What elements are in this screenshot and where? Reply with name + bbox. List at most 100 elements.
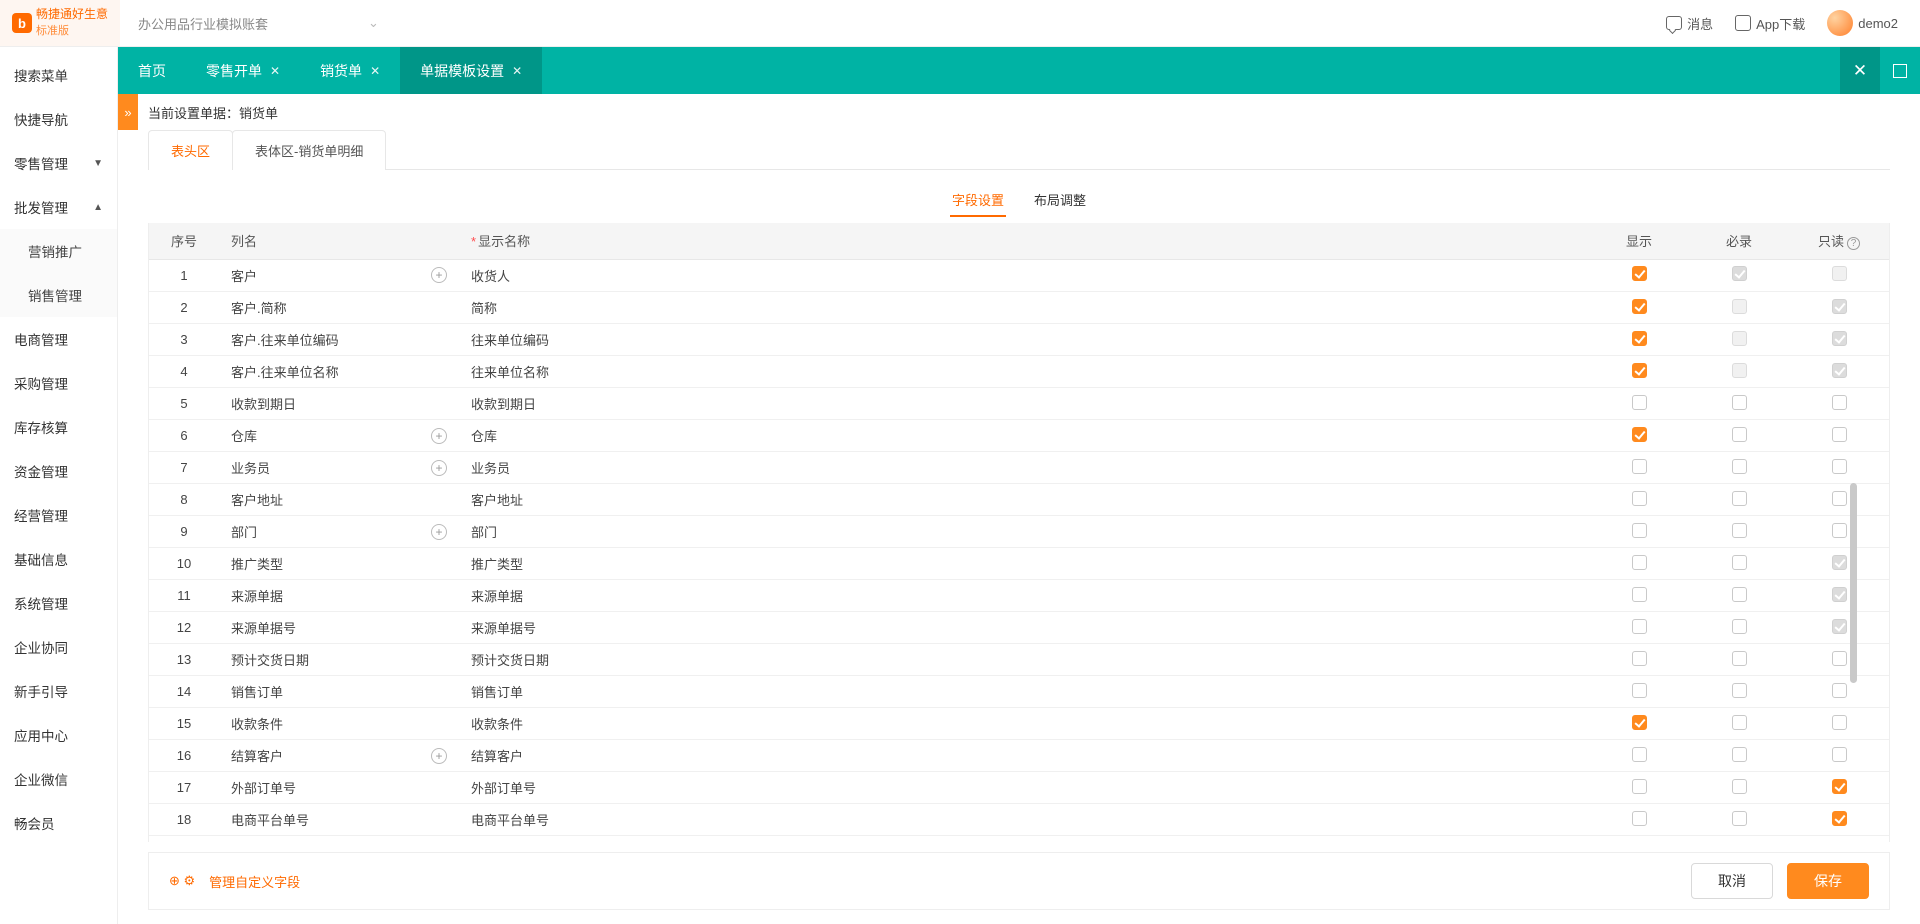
checkbox[interactable] — [1632, 715, 1647, 730]
checkbox[interactable] — [1732, 523, 1747, 538]
checkbox[interactable] — [1732, 459, 1747, 474]
collapse-context-button[interactable]: » — [118, 94, 138, 130]
cell-display[interactable]: 结算客户 — [459, 740, 1589, 772]
cell-display[interactable]: 推广类型 — [459, 548, 1589, 580]
sidebar-item[interactable]: 采购管理 — [0, 361, 117, 405]
cell-display[interactable]: 业务员 — [459, 452, 1589, 484]
sidebar-item[interactable]: 搜索菜单 — [0, 53, 117, 97]
inner-tab[interactable]: 字段设置 — [950, 184, 1006, 217]
checkbox[interactable] — [1732, 811, 1747, 826]
app-download-button[interactable]: App下载 — [1735, 14, 1805, 33]
cancel-button[interactable]: 取消 — [1691, 863, 1773, 899]
user-menu[interactable]: demo2 — [1827, 10, 1898, 36]
cell-display[interactable]: 电商平台单号 — [459, 804, 1589, 836]
checkbox[interactable] — [1832, 811, 1847, 826]
checkbox[interactable] — [1632, 491, 1647, 506]
cell-display[interactable]: 来源单据 — [459, 580, 1589, 612]
checkbox[interactable] — [1632, 266, 1647, 281]
checkbox[interactable] — [1632, 395, 1647, 410]
cell-display[interactable]: 预计交货日期 — [459, 644, 1589, 676]
inner-tab[interactable]: 布局调整 — [1032, 184, 1088, 217]
checkbox[interactable] — [1632, 587, 1647, 602]
checkbox[interactable] — [1632, 523, 1647, 538]
checkbox[interactable] — [1632, 363, 1647, 378]
checkbox[interactable] — [1832, 523, 1847, 538]
sidebar-item[interactable]: 零售管理▼ — [0, 141, 117, 185]
add-child-button[interactable]: + — [431, 428, 447, 444]
workspace-tab[interactable]: 首页 — [118, 47, 186, 94]
sidebar-item[interactable]: 系统管理 — [0, 581, 117, 625]
checkbox[interactable] — [1732, 779, 1747, 794]
close-all-tabs-button[interactable]: ✕ — [1840, 47, 1880, 94]
checkbox[interactable] — [1832, 395, 1847, 410]
zone-tab[interactable]: 表头区 — [148, 130, 233, 170]
sidebar-item[interactable]: 批发管理▲ — [0, 185, 117, 229]
tab-close-icon[interactable]: ✕ — [512, 64, 522, 78]
cell-display[interactable]: 收款到期日 — [459, 388, 1589, 420]
checkbox[interactable] — [1732, 555, 1747, 570]
add-child-button[interactable]: + — [431, 748, 447, 764]
messages-button[interactable]: 消息 — [1666, 14, 1713, 33]
save-button[interactable]: 保存 — [1787, 863, 1869, 899]
cell-display[interactable]: 销售订单 — [459, 676, 1589, 708]
sidebar-item[interactable]: 畅会员 — [0, 801, 117, 845]
sidebar-item[interactable]: 电商管理 — [0, 317, 117, 361]
checkbox[interactable] — [1632, 747, 1647, 762]
tab-close-icon[interactable]: ✕ — [370, 64, 380, 78]
sidebar-item[interactable]: 新手引导 — [0, 669, 117, 713]
cell-display[interactable]: 收货人 — [459, 260, 1589, 292]
checkbox[interactable] — [1732, 683, 1747, 698]
checkbox[interactable] — [1632, 779, 1647, 794]
zone-tab[interactable]: 表体区-销货单明细 — [232, 130, 386, 170]
sidebar-item[interactable]: 资金管理 — [0, 449, 117, 493]
sidebar-item[interactable]: 企业协同 — [0, 625, 117, 669]
sidebar-item[interactable]: 库存核算 — [0, 405, 117, 449]
checkbox[interactable] — [1832, 491, 1847, 506]
workspace-tab[interactable]: 销货单✕ — [300, 47, 400, 94]
checkbox[interactable] — [1732, 395, 1747, 410]
checkbox[interactable] — [1632, 555, 1647, 570]
checkbox[interactable] — [1832, 683, 1847, 698]
sidebar-item[interactable]: 基础信息 — [0, 537, 117, 581]
cell-display[interactable]: 收款条件 — [459, 708, 1589, 740]
sidebar-item[interactable]: 企业微信 — [0, 757, 117, 801]
checkbox[interactable] — [1732, 747, 1747, 762]
cell-display[interactable]: 外部订单号 — [459, 772, 1589, 804]
cell-display[interactable]: 来源单据号 — [459, 612, 1589, 644]
sidebar-item[interactable]: 应用中心 — [0, 713, 117, 757]
fullscreen-button[interactable] — [1880, 47, 1920, 94]
sidebar-item[interactable]: 快捷导航 — [0, 97, 117, 141]
checkbox[interactable] — [1632, 651, 1647, 666]
checkbox[interactable] — [1732, 715, 1747, 730]
add-child-button[interactable]: + — [431, 460, 447, 476]
checkbox[interactable] — [1832, 715, 1847, 730]
cell-display[interactable]: 简称 — [459, 292, 1589, 324]
scrollbar-thumb[interactable] — [1850, 483, 1857, 683]
cell-display[interactable]: 往来单位编码 — [459, 324, 1589, 356]
checkbox[interactable] — [1732, 427, 1747, 442]
checkbox[interactable] — [1632, 811, 1647, 826]
checkbox[interactable] — [1732, 491, 1747, 506]
checkbox[interactable] — [1632, 331, 1647, 346]
cell-display[interactable]: 部门 — [459, 516, 1589, 548]
checkbox[interactable] — [1832, 459, 1847, 474]
checkbox[interactable] — [1632, 459, 1647, 474]
checkbox[interactable] — [1732, 619, 1747, 634]
cell-display[interactable]: 往来单位名称 — [459, 356, 1589, 388]
checkbox[interactable] — [1732, 651, 1747, 666]
checkbox[interactable] — [1632, 683, 1647, 698]
sidebar-item[interactable]: 经营管理 — [0, 493, 117, 537]
add-child-button[interactable]: + — [431, 267, 447, 283]
cell-display[interactable]: 仓库 — [459, 420, 1589, 452]
checkbox[interactable] — [1832, 747, 1847, 762]
checkbox[interactable] — [1632, 619, 1647, 634]
checkbox[interactable] — [1732, 587, 1747, 602]
sidebar-subitem[interactable]: 营销推广 — [0, 229, 117, 273]
sidebar-subitem[interactable]: 销售管理 — [0, 273, 117, 317]
cell-display[interactable]: 客户地址 — [459, 484, 1589, 516]
workspace-tab[interactable]: 零售开单✕ — [186, 47, 300, 94]
add-child-button[interactable]: + — [431, 524, 447, 540]
checkbox[interactable] — [1832, 651, 1847, 666]
workspace-tab[interactable]: 单据模板设置✕ — [400, 47, 542, 94]
checkbox[interactable] — [1632, 427, 1647, 442]
